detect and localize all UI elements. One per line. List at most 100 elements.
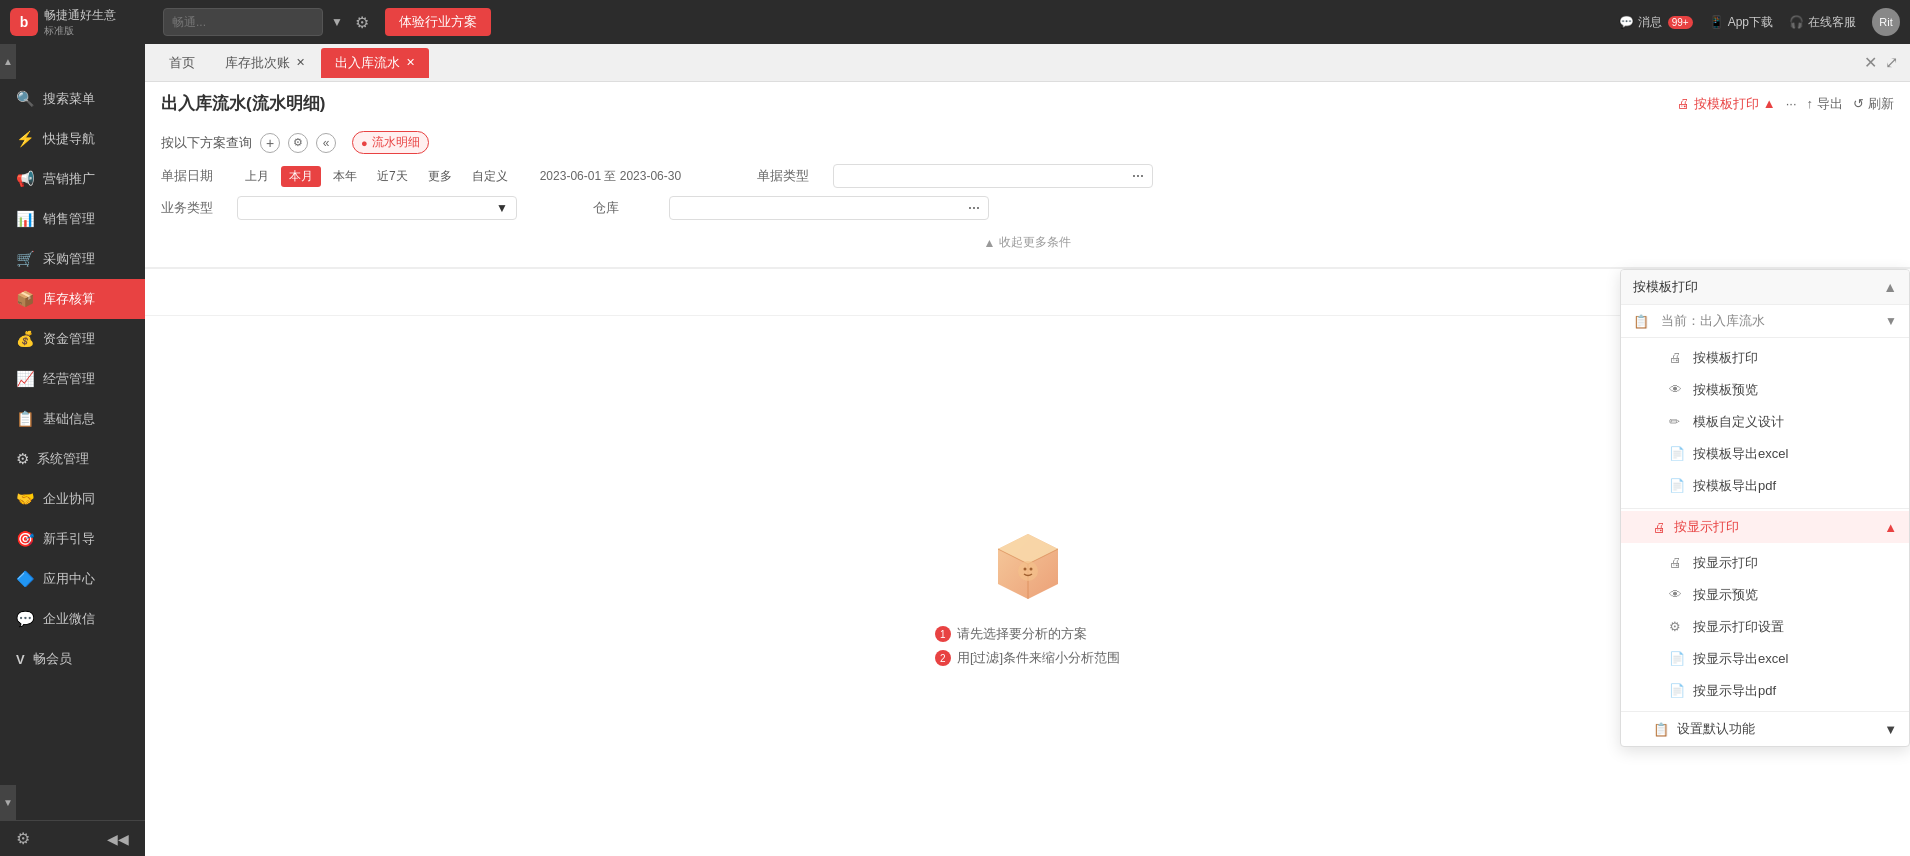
business-type-select[interactable]: ▼ xyxy=(237,196,517,220)
sidebar-item-label: 快捷导航 xyxy=(43,130,95,148)
sidebar-scroll-down[interactable]: ▼ xyxy=(0,785,16,820)
date-tab-7days[interactable]: 近7天 xyxy=(369,166,416,187)
page-title: 出入库流水(流水明细) xyxy=(161,92,325,115)
sidebar-item-search[interactable]: 🔍 搜索菜单 xyxy=(0,79,145,119)
user-avatar[interactable]: Rit xyxy=(1872,8,1900,36)
tab-bar-right: ✕ ⤢ xyxy=(1862,51,1900,74)
export-icon: ↑ xyxy=(1807,96,1814,111)
doc-type-select[interactable]: ⋯ xyxy=(833,164,1153,188)
system-icon: ⚙ xyxy=(16,450,29,468)
sidebar-item-label: 经营管理 xyxy=(43,370,95,388)
warehouse-select[interactable]: ⋯ xyxy=(669,196,989,220)
marketing-icon: 📢 xyxy=(16,170,35,188)
dropdown-item-template-pdf[interactable]: 📄 按模板导出pdf xyxy=(1621,470,1909,502)
display-section-header[interactable]: 🖨 按显示打印 ▲ xyxy=(1621,511,1909,543)
sidebar-settings-icon[interactable]: ⚙ xyxy=(16,829,30,848)
sidebar-item-system[interactable]: ⚙ 系统管理 xyxy=(0,439,145,479)
tab-batch-close[interactable]: ✕ xyxy=(296,56,305,69)
filter-collapse-btn[interactable]: « xyxy=(316,133,336,153)
date-label: 单据日期 xyxy=(161,167,221,185)
sidebar-item-appcenter[interactable]: 🔷 应用中心 xyxy=(0,559,145,599)
page-actions: 🖨 按模板打印 ▲ ··· ↑ 导出 ↺ 刷新 xyxy=(1677,95,1894,113)
business-type-row: 业务类型 ▼ 仓库 ⋯ xyxy=(161,196,1894,220)
empty-tip-2: 2 用[过滤]条件来缩小分析范围 xyxy=(935,649,1120,667)
tab-batch[interactable]: 库存批次账 ✕ xyxy=(211,48,319,78)
filter-settings-btn[interactable]: ⚙ xyxy=(288,133,308,153)
footer-dropdown-icon: ▼ xyxy=(1884,722,1897,737)
online-service-btn[interactable]: 🎧 在线客服 xyxy=(1789,14,1856,31)
date-tab-this-month[interactable]: 本月 xyxy=(281,166,321,187)
dropdown-collapse-btn[interactable]: ▲ xyxy=(1883,279,1897,295)
message-btn[interactable]: 💬 消息 99+ xyxy=(1619,14,1693,31)
sidebar-item-vip[interactable]: V 畅会员 xyxy=(0,639,145,679)
dropdown-item-display-print[interactable]: 🖨 按显示打印 xyxy=(1621,547,1909,579)
dropdown-panel-header: 按模板打印 ▲ xyxy=(1621,270,1909,305)
tab-home[interactable]: 首页 xyxy=(155,48,209,78)
dropdown-item-template-print[interactable]: 🖨 按模板打印 xyxy=(1621,342,1909,374)
filter-add-btn[interactable]: + xyxy=(260,133,280,153)
trial-btn[interactable]: 体验行业方案 xyxy=(385,8,491,36)
dropdown-item-label: 按模板导出pdf xyxy=(1693,477,1776,495)
empty-tips: 1 请先选择要分析的方案 2 用[过滤]条件来缩小分析范围 xyxy=(935,625,1120,673)
header-search-input[interactable] xyxy=(163,8,323,36)
sidebar-item-finance[interactable]: 💰 资金管理 xyxy=(0,319,145,359)
template-print-btn[interactable]: 🖨 按模板打印 ▲ xyxy=(1677,95,1776,113)
date-tabs: 上月 本月 本年 近7天 更多 自定义 xyxy=(237,166,516,187)
date-tab-more[interactable]: 更多 xyxy=(420,166,460,187)
current-dropdown-btn[interactable]: ▼ xyxy=(1885,314,1897,328)
sidebar-item-label: 搜索菜单 xyxy=(43,90,95,108)
excel-icon: 📄 xyxy=(1669,651,1685,667)
filter-tag-label: 流水明细 xyxy=(372,134,420,151)
sidebar-item-operation[interactable]: 📈 经营管理 xyxy=(0,359,145,399)
date-tab-this-year[interactable]: 本年 xyxy=(325,166,365,187)
display-section-collapse: ▲ xyxy=(1884,520,1897,535)
tab-close-all-btn[interactable]: ✕ xyxy=(1862,51,1879,74)
sidebar-item-label: 新手引导 xyxy=(43,530,95,548)
export-btn[interactable]: ↑ 导出 xyxy=(1807,95,1844,113)
sidebar-item-enterprise[interactable]: 🤝 企业协同 xyxy=(0,479,145,519)
sidebar-item-inventory[interactable]: 📦 库存核算 xyxy=(0,279,145,319)
sidebar-item-purchase[interactable]: 🛒 采购管理 xyxy=(0,239,145,279)
sidebar-item-basic[interactable]: 📋 基础信息 xyxy=(0,399,145,439)
dropdown-item-display-pdf[interactable]: 📄 按显示导出pdf xyxy=(1621,675,1909,707)
sidebar-collapse-icon[interactable]: ◀◀ xyxy=(107,831,129,847)
display-section: 🖨 按显示打印 👁 按显示预览 ⚙ 按显示打印设置 📄 xyxy=(1621,543,1909,711)
sidebar-item-shortcut[interactable]: ⚡ 快捷导航 xyxy=(0,119,145,159)
header-search-dropdown[interactable]: ▼ xyxy=(331,15,343,29)
dropdown-item-display-settings[interactable]: ⚙ 按显示打印设置 xyxy=(1621,611,1909,643)
tab-flow[interactable]: 出入库流水 ✕ xyxy=(321,48,429,78)
main-layout: ▲ 🔍 搜索菜单 ⚡ 快捷导航 📢 营销推广 📊 销售管理 🛒 采购管理 📦 库… xyxy=(0,44,1910,856)
dropdown-item-template-preview[interactable]: 👁 按模板预览 xyxy=(1621,374,1909,406)
sidebar-item-marketing[interactable]: 📢 营销推广 xyxy=(0,159,145,199)
doc-type-dropdown-icon: ⋯ xyxy=(1132,169,1144,183)
tip2-text: 用[过滤]条件来缩小分析范围 xyxy=(957,649,1120,667)
sidebar-item-wechat[interactable]: 💬 企业微信 xyxy=(0,599,145,639)
sidebar-item-guide[interactable]: 🎯 新手引导 xyxy=(0,519,145,559)
sidebar-scroll-up[interactable]: ▲ xyxy=(0,44,16,79)
dropdown-item-display-excel[interactable]: 📄 按显示导出excel xyxy=(1621,643,1909,675)
printer-icon: 🖨 xyxy=(1669,555,1685,571)
eye-icon: 👁 xyxy=(1669,587,1685,603)
dropdown-item-display-preview[interactable]: 👁 按显示预览 xyxy=(1621,579,1909,611)
app-download-btn[interactable]: 📱 App下载 xyxy=(1709,14,1773,31)
dropdown-footer[interactable]: 📋 设置默认功能 ▼ xyxy=(1621,711,1909,746)
date-tab-last-month[interactable]: 上月 xyxy=(237,166,277,187)
sidebar-item-sales[interactable]: 📊 销售管理 xyxy=(0,199,145,239)
sidebar-item-label: 资金管理 xyxy=(43,330,95,348)
refresh-btn[interactable]: ↺ 刷新 xyxy=(1853,95,1894,113)
dropdown-item-template-excel[interactable]: 📄 按模板导出excel xyxy=(1621,438,1909,470)
header-gear-icon[interactable]: ⚙ xyxy=(355,13,369,32)
lightning-icon: ⚡ xyxy=(16,130,35,148)
settings-default-icon: 📋 xyxy=(1653,722,1669,737)
current-label-text: 当前：出入库流水 xyxy=(1661,312,1765,330)
pdf-icon: 📄 xyxy=(1669,683,1685,699)
content-area: 首页 库存批次账 ✕ 出入库流水 ✕ ✕ ⤢ 出入库流水(流水明细) xyxy=(145,44,1910,856)
collapse-btn[interactable]: ▲ 收起更多条件 xyxy=(984,234,1072,251)
date-tab-custom[interactable]: 自定义 xyxy=(464,166,516,187)
tab-flow-close[interactable]: ✕ xyxy=(406,56,415,69)
refresh-icon: ↺ xyxy=(1853,96,1864,111)
dropdown-item-template-design[interactable]: ✏ 模板自定义设计 xyxy=(1621,406,1909,438)
tab-maximize-btn[interactable]: ⤢ xyxy=(1883,51,1900,74)
more-options-btn[interactable]: ··· xyxy=(1786,96,1797,111)
refresh-label: 刷新 xyxy=(1868,95,1894,113)
